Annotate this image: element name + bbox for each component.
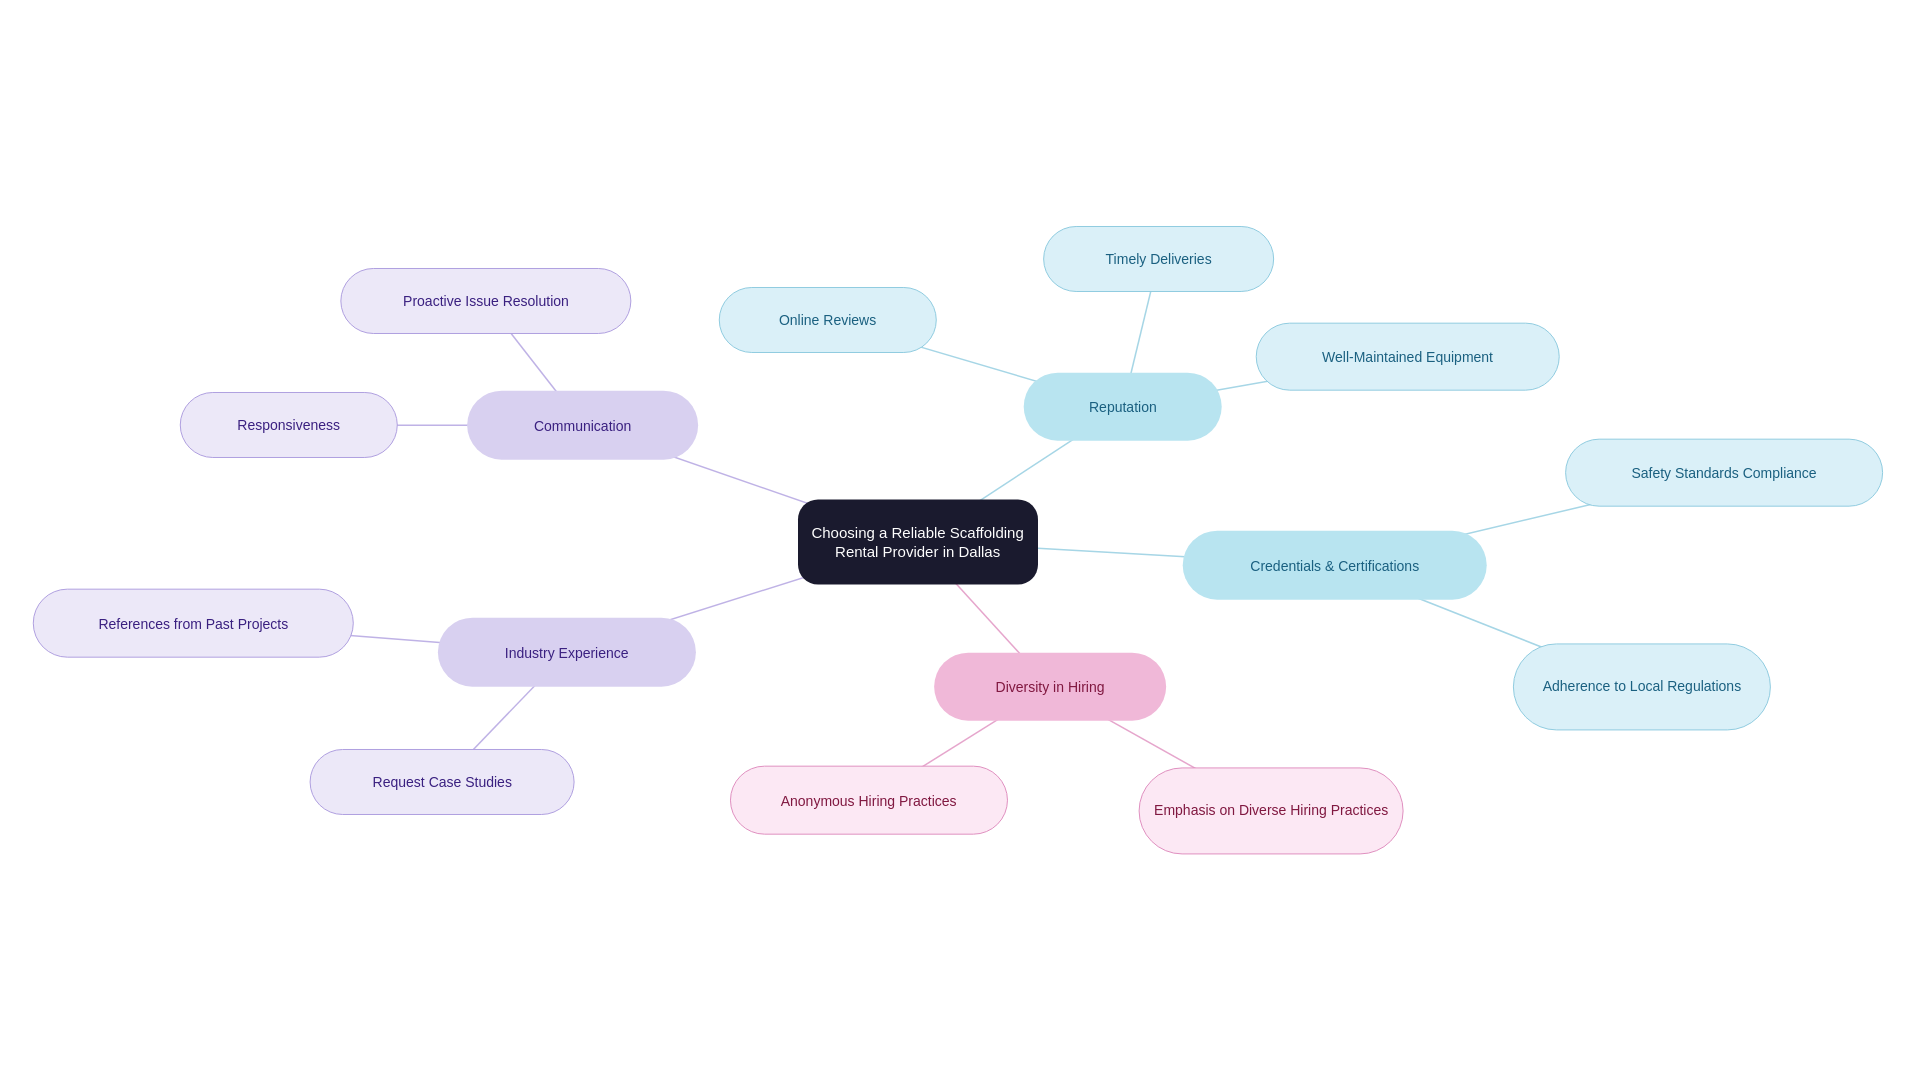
node-proactive[interactable]: Proactive Issue Resolution (340, 268, 631, 334)
node-safety-standards[interactable]: Safety Standards Compliance (1565, 438, 1883, 507)
center-node-label: Choosing a Reliable Scaffolding Rental P… (798, 522, 1038, 561)
node-emphasis[interactable]: Emphasis on Diverse Hiring Practices (1139, 767, 1404, 854)
node-references[interactable]: References from Past Projects (33, 589, 353, 658)
node-adherence[interactable]: Adherence to Local Regulations (1513, 643, 1771, 730)
node-case-studies[interactable]: Request Case Studies (310, 749, 575, 815)
node-safety-standards-label: Safety Standards Compliance (1627, 464, 1820, 482)
center-node[interactable]: Choosing a Reliable Scaffolding Rental P… (798, 499, 1038, 584)
node-references-label: References from Past Projects (94, 614, 292, 632)
node-credentials[interactable]: Credentials & Certifications (1182, 531, 1487, 600)
node-timely-deliveries-label: Timely Deliveries (1102, 250, 1216, 268)
node-adherence-label: Adherence to Local Regulations (1539, 678, 1745, 696)
node-anonymous-label: Anonymous Hiring Practices (777, 791, 961, 809)
node-industry-experience[interactable]: Industry Experience (438, 618, 696, 687)
node-diversity-label: Diversity in Hiring (992, 678, 1109, 696)
node-online-reviews-label: Online Reviews (775, 311, 880, 329)
node-case-studies-label: Request Case Studies (369, 773, 516, 791)
node-timely-deliveries[interactable]: Timely Deliveries (1043, 226, 1275, 292)
node-proactive-label: Proactive Issue Resolution (399, 292, 573, 310)
node-industry-experience-label: Industry Experience (501, 643, 633, 661)
node-communication-label: Communication (530, 416, 635, 434)
node-online-reviews[interactable]: Online Reviews (718, 287, 936, 353)
node-emphasis-label: Emphasis on Diverse Hiring Practices (1150, 802, 1392, 820)
node-reputation-label: Reputation (1085, 398, 1161, 416)
node-credentials-label: Credentials & Certifications (1246, 556, 1423, 574)
mind-map: Choosing a Reliable Scaffolding Rental P… (0, 0, 1920, 1083)
node-anonymous[interactable]: Anonymous Hiring Practices (730, 766, 1008, 835)
node-reputation[interactable]: Reputation (1024, 372, 1223, 441)
node-diversity[interactable]: Diversity in Hiring (934, 652, 1166, 721)
node-well-maintained-label: Well-Maintained Equipment (1318, 347, 1497, 365)
node-responsiveness[interactable]: Responsiveness (179, 392, 397, 458)
node-responsiveness-label: Responsiveness (233, 416, 344, 434)
node-well-maintained[interactable]: Well-Maintained Equipment (1255, 322, 1560, 391)
node-communication[interactable]: Communication (467, 391, 699, 460)
